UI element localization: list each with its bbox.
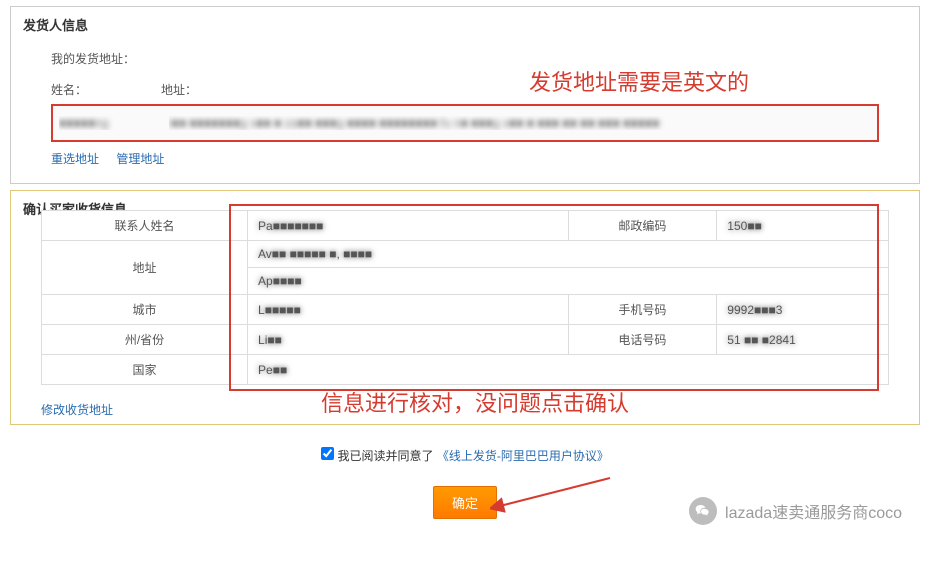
contact-name-label: 联系人姓名 (42, 211, 248, 241)
watermark: lazada速卖通服务商coco (689, 497, 902, 525)
col-addr-header: 地址： (161, 81, 879, 98)
address-line2: Ap■■■■ (248, 268, 889, 295)
address-row[interactable]: ■■■■■ng i■■ ■■■■■■■g s■■ ■ za■■ ■■■g ■■■… (51, 104, 879, 142)
address-line1: Av■■ ■■■■■ ■, ■■■■ (248, 241, 889, 268)
modify-address-link[interactable]: 修改收货地址 (41, 403, 113, 417)
city-label: 城市 (42, 295, 248, 325)
postal-label: 邮政编码 (568, 211, 717, 241)
buyer-table-container: 联系人姓名 Pa■■■■■■■ 邮政编码 150■■ 地址 Av■■ ■■■■■… (41, 210, 889, 385)
reselect-address-link[interactable]: 重选地址 (51, 152, 99, 166)
agree-checkbox[interactable] (321, 447, 334, 460)
sender-title: 发货人信息 (11, 7, 919, 40)
contact-name-value: Pa■■■■■■■ (248, 211, 568, 241)
city-value: L■■■■■ (248, 295, 568, 325)
sender-section: 发货人信息 我的发货地址： 姓名： 地址： ■■■■■ng i■■ ■■■■■■… (10, 6, 920, 184)
state-label: 州/省份 (42, 325, 248, 355)
phone-value: 51 ■■ ■2841 (717, 325, 889, 355)
buyer-section: 确认买家收货信息 联系人姓名 Pa■■■■■■■ 邮政编码 150■■ 地址 A… (10, 190, 920, 425)
address-header: 姓名： 地址： (51, 75, 879, 104)
table-row: 城市 L■■■■■ 手机号码 9992■■■3 (42, 295, 889, 325)
watermark-text: lazada速卖通服务商coco (725, 499, 902, 523)
table-row: 国家 Pe■■ (42, 355, 889, 385)
postal-value: 150■■ (717, 211, 889, 241)
confirm-row: 确定 lazada速卖通服务商coco (0, 474, 930, 547)
mobile-value: 9992■■■3 (717, 295, 889, 325)
table-row: 地址 Av■■ ■■■■■ ■, ■■■■ (42, 241, 889, 268)
address-links: 重选地址 管理地址 (51, 142, 879, 171)
modify-address-row: 修改收货地址 (11, 395, 919, 424)
sender-inner: 我的发货地址： 姓名： 地址： ■■■■■ng i■■ ■■■■■■■g s■■… (11, 40, 919, 183)
phone-label: 电话号码 (568, 325, 717, 355)
country-value: Pe■■ (248, 355, 889, 385)
col-name-header: 姓名： (51, 81, 161, 98)
wechat-icon (689, 497, 717, 525)
agree-text: 我已阅读并同意了 (337, 449, 433, 463)
agreement-link[interactable]: 《线上发货-阿里巴巴用户协议》 (437, 449, 609, 463)
manage-address-link[interactable]: 管理地址 (116, 152, 164, 166)
sender-name-value: ■■■■■ng (59, 116, 169, 130)
sender-addr-value: i■■ ■■■■■■■g s■■ ■ za■■ ■■■g ■■■■ ■■■■■■… (169, 116, 871, 130)
address-label: 地址 (42, 241, 248, 295)
table-row: 联系人姓名 Pa■■■■■■■ 邮政编码 150■■ (42, 211, 889, 241)
country-label: 国家 (42, 355, 248, 385)
agreement-row: 我已阅读并同意了 《线上发货-阿里巴巴用户协议》 (0, 431, 930, 474)
table-row: 州/省份 Li■■ 电话号码 51 ■■ ■2841 (42, 325, 889, 355)
mobile-label: 手机号码 (568, 295, 717, 325)
my-address-label: 我的发货地址： (51, 46, 879, 75)
buyer-table: 联系人姓名 Pa■■■■■■■ 邮政编码 150■■ 地址 Av■■ ■■■■■… (41, 210, 889, 385)
state-value: Li■■ (248, 325, 568, 355)
confirm-button[interactable]: 确定 (433, 486, 497, 519)
arrow-icon (490, 476, 620, 516)
